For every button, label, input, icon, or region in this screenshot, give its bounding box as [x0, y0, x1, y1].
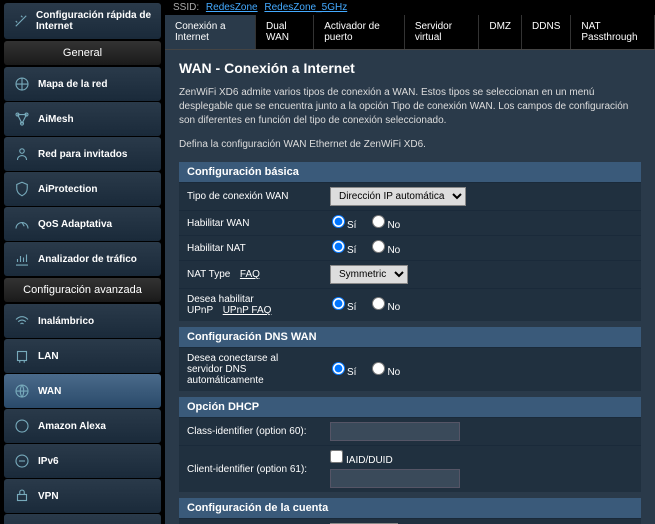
sidebar-item-guest[interactable]: Red para invitados	[4, 137, 161, 171]
main: SSID: RedesZone RedesZone_5GHz Conexión …	[165, 0, 655, 524]
ssid-link-2[interactable]: RedesZone_5GHz	[264, 2, 347, 13]
sidebar-item-firewall[interactable]: Firewall	[4, 514, 161, 524]
gauge-icon	[12, 214, 32, 234]
row-dns-auto: Desea conectarse al servidor DNS automát…	[179, 347, 641, 391]
sidebar-item-traffic[interactable]: Analizador de tráfico	[4, 242, 161, 276]
guest-icon	[12, 144, 32, 164]
sidebar-item-network-map[interactable]: Mapa de la red	[4, 67, 161, 101]
row-enable-wan: Habilitar WAN Sí No	[179, 210, 641, 235]
wan-type-select[interactable]: Dirección IP automática	[330, 187, 466, 206]
enable-wan-label: Habilitar WAN	[179, 213, 324, 234]
ssid-label: SSID:	[173, 2, 199, 13]
iaid-duid-check[interactable]	[330, 450, 343, 463]
topbar: SSID: RedesZone RedesZone_5GHz	[165, 0, 655, 15]
client-id-label: Client-identifier (option 61):	[179, 459, 324, 480]
dns-auto-yes[interactable]	[332, 362, 345, 375]
sidebar-item-lan[interactable]: LAN	[4, 339, 161, 373]
tabs: Conexión a Internet Dual WAN Activador d…	[165, 15, 655, 50]
page-desc-1: ZenWiFi XD6 admite varios tipos de conex…	[179, 86, 641, 128]
enable-nat-yes[interactable]	[332, 240, 345, 253]
tab-ddns[interactable]: DDNS	[522, 15, 571, 49]
nat-type-label: NAT Type	[187, 269, 230, 280]
alexa-icon	[12, 416, 32, 436]
tab-nat-passthrough[interactable]: NAT Passthrough	[571, 15, 655, 49]
group-dns: Configuración DNS WAN	[179, 327, 641, 347]
nat-type-select[interactable]: Symmetric	[330, 265, 408, 284]
page-title: WAN - Conexión a Internet	[179, 60, 641, 76]
row-wan-type: Tipo de conexión WAN Dirección IP automá…	[179, 182, 641, 210]
row-enable-nat: Habilitar NAT Sí No	[179, 235, 641, 260]
globe-icon	[12, 381, 32, 401]
map-icon	[12, 74, 32, 94]
content: WAN - Conexión a Internet ZenWiFi XD6 ad…	[165, 50, 655, 524]
dns-auto-label: Desea conectarse al servidor DNS automát…	[179, 348, 324, 391]
nat-type-faq[interactable]: FAQ	[240, 269, 260, 280]
tab-virtual-server[interactable]: Servidor virtual	[405, 15, 480, 49]
section-advanced: Configuración avanzada	[4, 278, 161, 302]
shield-icon	[12, 179, 32, 199]
section-general: General	[4, 41, 161, 65]
chart-icon	[12, 249, 32, 269]
sidebar: Configuración rápida de Internet General…	[0, 0, 165, 524]
sidebar-item-vpn[interactable]: VPN	[4, 479, 161, 513]
enable-nat-label: Habilitar NAT	[179, 238, 324, 259]
ssid-link-1[interactable]: RedesZone	[206, 2, 258, 13]
row-auth: Autenticación Ninguno	[179, 518, 641, 524]
group-basic: Configuración básica	[179, 162, 641, 182]
sidebar-item-wireless[interactable]: Inalámbrico	[4, 304, 161, 338]
sidebar-item-qos[interactable]: QoS Adaptativa	[4, 207, 161, 241]
ipv6-icon	[12, 451, 32, 471]
lan-icon	[12, 346, 32, 366]
client-id-input[interactable]	[330, 469, 460, 488]
row-enable-upnp: Desea habilitar UPnP UPnP FAQ Sí No	[179, 288, 641, 321]
group-account: Configuración de la cuenta	[179, 498, 641, 518]
tab-dmz[interactable]: DMZ	[479, 15, 522, 49]
sidebar-item-aimesh[interactable]: AiMesh	[4, 102, 161, 136]
tab-internet[interactable]: Conexión a Internet	[165, 15, 256, 49]
sidebar-item-quick-setup[interactable]: Configuración rápida de Internet	[4, 3, 161, 39]
sidebar-item-alexa[interactable]: Amazon Alexa	[4, 409, 161, 443]
row-nat-type: NAT Type FAQ Symmetric	[179, 260, 641, 288]
upnp-yes[interactable]	[332, 297, 345, 310]
iaid-duid-label: IAID/DUID	[346, 455, 393, 466]
page-desc-2: Defina la configuración WAN Ethernet de …	[179, 138, 641, 152]
mesh-icon	[12, 109, 32, 129]
group-dhcp: Opción DHCP	[179, 397, 641, 417]
wifi-icon	[12, 311, 32, 331]
wan-type-label: Tipo de conexión WAN	[179, 186, 324, 207]
sidebar-label: Configuración rápida de Internet	[36, 10, 153, 32]
upnp-faq[interactable]: UPnP FAQ	[223, 305, 272, 316]
tab-dual-wan[interactable]: Dual WAN	[256, 15, 314, 49]
row-class-id: Class-identifier (option 60):	[179, 417, 641, 445]
sidebar-item-aiprotection[interactable]: AiProtection	[4, 172, 161, 206]
class-id-input[interactable]	[330, 422, 460, 441]
row-client-id: Client-identifier (option 61): IAID/DUID	[179, 445, 641, 492]
class-id-label: Class-identifier (option 60):	[179, 421, 324, 442]
sidebar-item-wan[interactable]: WAN	[4, 374, 161, 408]
tab-port-trigger[interactable]: Activador de puerto	[314, 15, 405, 49]
magic-icon	[12, 11, 30, 31]
enable-wan-no[interactable]	[372, 215, 385, 228]
upnp-no[interactable]	[372, 297, 385, 310]
dns-auto-no[interactable]	[372, 362, 385, 375]
vpn-icon	[12, 486, 32, 506]
sidebar-item-ipv6[interactable]: IPv6	[4, 444, 161, 478]
enable-nat-no[interactable]	[372, 240, 385, 253]
enable-wan-yes[interactable]	[332, 215, 345, 228]
